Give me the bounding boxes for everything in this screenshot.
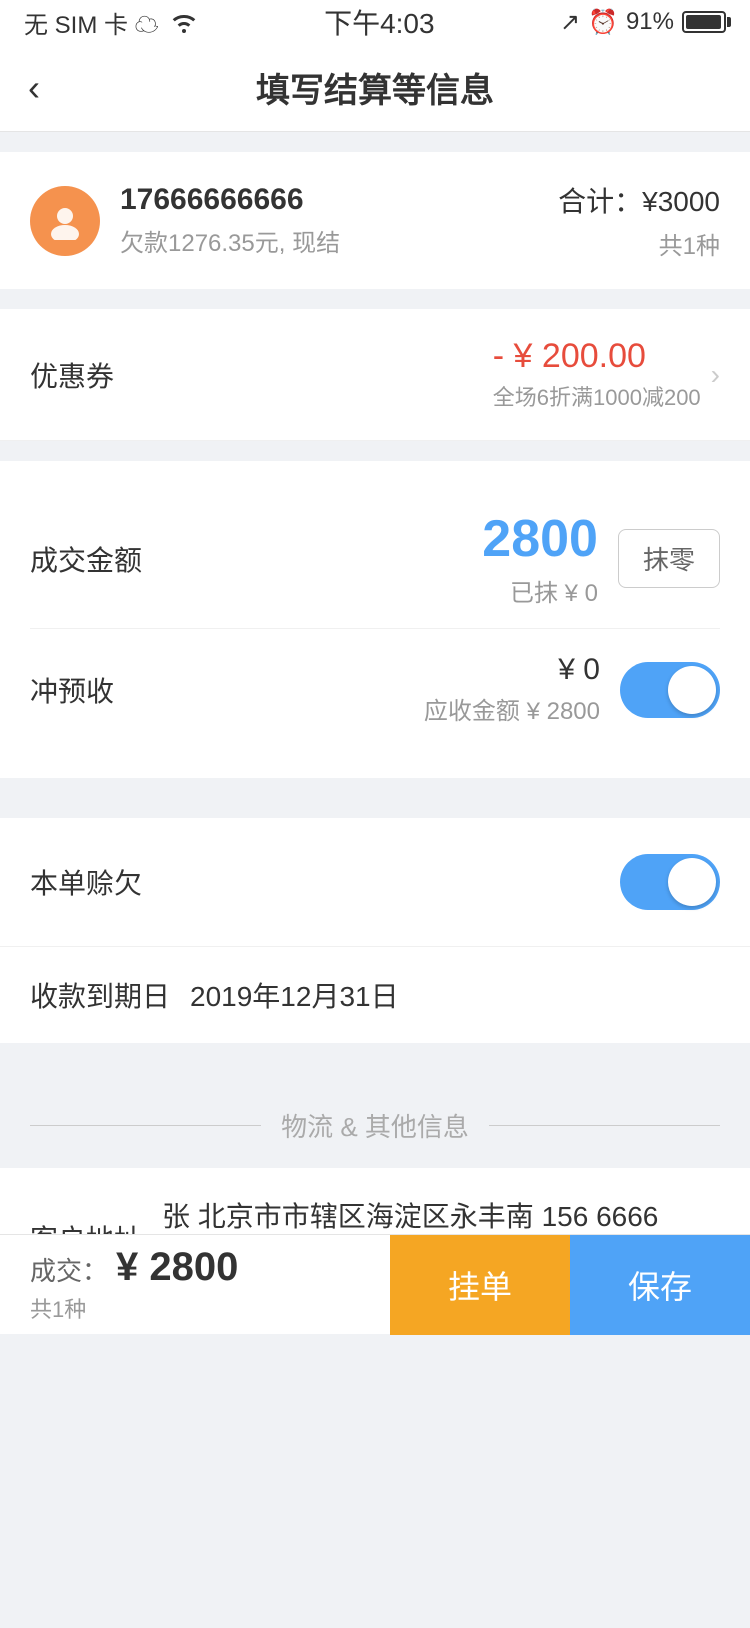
amount-value: 2800 [482, 509, 598, 569]
bottom-bar: 成交： ¥ 2800 共1种 挂单 保存 [0, 1234, 750, 1334]
section-gap-3 [0, 1043, 750, 1063]
battery-percent: 91% [626, 8, 674, 36]
due-date-row: 收款到期日 2019年12月31日 [30, 975, 720, 1015]
coupon-amount: - ¥ 200.00 [493, 337, 701, 376]
gray-background [0, 1308, 750, 1508]
prepay-right: ¥ 0 应收金额 ¥ 2800 [424, 653, 720, 726]
coupon-row[interactable]: 优惠券 - ¥ 200.00 全场6折满1000减200 › [0, 309, 750, 441]
bottom-info: 成交： ¥ 2800 共1种 [0, 1245, 390, 1324]
prepay-toggle[interactable] [620, 662, 720, 718]
customer-info: 17666666666 欠款1276.35元, 现结 [120, 183, 340, 258]
customer-card: 17666666666 欠款1276.35元, 现结 合计：¥3000 共1种 [0, 152, 750, 289]
debt-row: 本单赊欠 [30, 846, 720, 918]
status-right: ↗ ⏰ 91% [560, 8, 726, 37]
logistics-label: 物流 & 其他信息 [281, 1107, 469, 1144]
logistics-line-right [489, 1125, 720, 1126]
bottom-count: 共1种 [30, 1292, 360, 1324]
debt-label: 本单赊欠 [30, 862, 142, 902]
logistics-line-left [30, 1125, 261, 1126]
customer-phone: 17666666666 [120, 183, 340, 217]
prepay-sub: 应收金额 ¥ 2800 [424, 691, 600, 726]
bottom-amount: ¥ 2800 [116, 1245, 238, 1290]
amount-sub: 已抹 ¥ 0 [482, 573, 598, 608]
sim-label: 无 SIM 卡 ☁ [24, 5, 159, 40]
debt-toggle-knob [668, 858, 716, 906]
amount-row: 成交金额 2800 已抹 ¥ 0 抹零 [30, 489, 720, 628]
prepay-amount-block: ¥ 0 应收金额 ¥ 2800 [424, 653, 600, 726]
debt-toggle[interactable] [620, 854, 720, 910]
hang-button[interactable]: 挂单 [390, 1235, 570, 1335]
due-date-section: 收款到期日 2019年12月31日 [0, 946, 750, 1043]
coupon-label: 优惠券 [30, 355, 114, 395]
round-button[interactable]: 抹零 [618, 529, 720, 588]
save-button[interactable]: 保存 [570, 1235, 750, 1335]
chevron-right-icon: › [711, 359, 720, 391]
customer-left: 17666666666 欠款1276.35元, 现结 [30, 183, 340, 258]
bottom-deal-label: 成交： [30, 1251, 108, 1288]
section-gap-2 [0, 778, 750, 798]
location-icon: ↗ [560, 8, 580, 37]
prepay-value: ¥ 0 [424, 653, 600, 687]
customer-total: 合计：¥3000 [558, 180, 720, 220]
coupon-desc: 全场6折满1000减200 [493, 380, 701, 412]
due-date-value: 2019年12月31日 [190, 975, 399, 1015]
debt-section: 本单赊欠 [0, 818, 750, 946]
nav-bar: ‹ 填写结算等信息 [0, 44, 750, 132]
customer-count: 共1种 [558, 226, 720, 261]
status-time: 下午4:03 [324, 2, 435, 42]
avatar [30, 186, 100, 256]
amount-section: 成交金额 2800 已抹 ¥ 0 抹零 冲预收 ¥ 0 应收金额 ¥ 2800 [0, 461, 750, 778]
logistics-section: 物流 & 其他信息 [0, 1083, 750, 1168]
battery-icon [682, 11, 726, 33]
amount-label: 成交金额 [30, 539, 142, 579]
page-title: 填写结算等信息 [256, 63, 494, 112]
amount-right: 2800 已抹 ¥ 0 抹零 [482, 509, 720, 608]
customer-debt: 欠款1276.35元, 现结 [120, 223, 340, 258]
content: 17666666666 欠款1276.35元, 现结 合计：¥3000 共1种 … [0, 152, 750, 1628]
toggle-knob [668, 666, 716, 714]
wifi-icon [169, 11, 199, 33]
section-gap-1 [0, 441, 750, 461]
status-bar: 无 SIM 卡 ☁ 下午4:03 ↗ ⏰ 91% [0, 0, 750, 44]
prepay-row: 冲预收 ¥ 0 应收金额 ¥ 2800 [30, 629, 720, 750]
back-button[interactable]: ‹ [28, 67, 40, 109]
due-date-label: 收款到期日 [30, 975, 170, 1015]
status-left: 无 SIM 卡 ☁ [24, 5, 199, 40]
prepay-label: 冲预收 [30, 670, 114, 710]
coupon-right: - ¥ 200.00 全场6折满1000减200 › [493, 337, 720, 412]
customer-right: 合计：¥3000 共1种 [558, 180, 720, 261]
alarm-icon: ⏰ [588, 8, 618, 37]
